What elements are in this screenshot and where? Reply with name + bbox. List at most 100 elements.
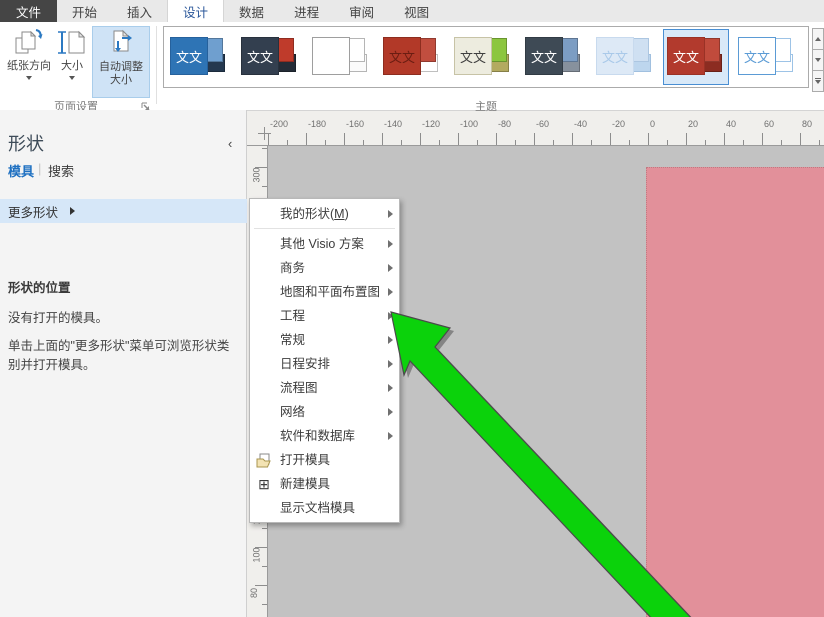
theme-thumbnail-2[interactable] — [309, 30, 373, 84]
theme-thumbnail-7[interactable]: 文文 — [664, 30, 728, 84]
ribbon-tab-label: 进程 — [294, 2, 319, 21]
ruler-tick — [262, 528, 267, 529]
ruler-tick — [306, 133, 307, 145]
panel-tab-separator: | — [38, 161, 41, 176]
ruler-tick — [743, 140, 744, 145]
ribbon-tab-label: 插入 — [127, 2, 152, 21]
ruler-tick — [724, 133, 725, 145]
menu-item-label: 新建模具 — [280, 477, 330, 491]
paper-orientation-label: 纸张方向 — [7, 60, 51, 73]
menu-item-10[interactable]: 打开模具 — [250, 448, 399, 472]
theme-thumbnail-5[interactable]: 文文 — [522, 30, 586, 84]
gallery-more-button[interactable] — [812, 70, 824, 92]
ribbon-tab-4[interactable]: 进程 — [279, 0, 334, 22]
ruler-label: 40 — [726, 119, 736, 129]
theme-thumbnail-1[interactable]: 文文 — [238, 30, 302, 84]
ribbon-tab-6[interactable]: 视图 — [389, 0, 444, 22]
autofit-size-button[interactable]: 自动调整大小 — [92, 26, 150, 98]
ruler-tick — [262, 604, 267, 605]
menu-item-12[interactable]: 显示文档模具 — [250, 496, 399, 520]
ruler-tick — [705, 140, 706, 145]
menu-item-4[interactable]: 工程 — [250, 304, 399, 328]
gallery-scroll-up-button[interactable] — [812, 28, 824, 50]
menu-item-1[interactable]: 其他 Visio 方案 — [250, 232, 399, 256]
ribbon-tab-2[interactable]: 设计 — [167, 0, 224, 23]
triangle-up-icon — [815, 37, 821, 41]
menu-item-7[interactable]: 流程图 — [250, 376, 399, 400]
ruler-tick — [255, 585, 267, 586]
menu-item-3[interactable]: 地图和平面布置图 — [250, 280, 399, 304]
ruler-label: 80 — [249, 588, 259, 598]
menu-item-label: 日程安排 — [280, 357, 330, 371]
theme-thumbnail-4[interactable]: 文文 — [451, 30, 515, 84]
drawing-page[interactable] — [646, 167, 824, 617]
ruler-tick — [262, 186, 267, 187]
tab-search[interactable]: 搜索 — [48, 161, 74, 180]
triangle-down-icon — [815, 58, 821, 62]
autofit-size-label: 自动调整大小 — [96, 61, 146, 87]
tab-stencils[interactable]: 模具 — [8, 161, 34, 180]
ruler-tick — [629, 140, 630, 145]
ribbon-tab-5[interactable]: 审阅 — [334, 0, 389, 22]
theme-thumbnail-6[interactable]: 文文 — [593, 30, 657, 84]
more-shapes-label: 更多形状 — [8, 202, 58, 221]
ruler-tick — [610, 133, 611, 145]
more-shapes-item[interactable]: 更多形状 — [0, 199, 247, 223]
theme-preview-square: 文文 — [383, 37, 421, 75]
new-stencil-icon: ⊞ — [256, 476, 272, 492]
paper-orientation-icon — [13, 26, 45, 60]
theme-preview-square: 文文 — [454, 37, 492, 75]
ruler-label: -20 — [612, 119, 625, 129]
ruler-label: -180 — [308, 119, 326, 129]
menu-item-5[interactable]: 常规 — [250, 328, 399, 352]
theme-preview-square: 文文 — [170, 37, 208, 75]
ruler-tick — [534, 133, 535, 145]
no-stencils-text: 没有打开的模具。 — [8, 307, 108, 326]
paper-orientation-button[interactable]: 纸张方向 — [6, 26, 52, 98]
ruler-label: 20 — [688, 119, 698, 129]
ribbon-tab-bar: 文件 开始插入设计数据进程审阅视图 — [0, 0, 824, 23]
gallery-expand-icon — [815, 78, 821, 84]
menu-item-label: ) — [345, 207, 349, 221]
ruler-tick — [496, 133, 497, 145]
file-tab-label: 文件 — [16, 2, 41, 21]
menu-item-0[interactable]: 我的形状(M) — [250, 202, 399, 226]
gallery-scroll-down-button[interactable] — [812, 49, 824, 71]
theme-sample-text: 文文 — [460, 47, 486, 66]
menu-item-label: 其他 Visio 方案 — [280, 237, 364, 251]
menu-item-6[interactable]: 日程安排 — [250, 352, 399, 376]
ribbon: 纸张方向 大小 — [0, 22, 824, 111]
shapes-panel: 形状 ‹ 模具 | 搜索 更多形状 形状的位置 没有打开的模具。 单击上面的"更… — [0, 110, 247, 617]
submenu-arrow-icon — [388, 360, 393, 368]
theme-preview-square: 文文 — [241, 37, 279, 75]
size-button[interactable]: 大小 — [55, 26, 89, 98]
ribbon-tab-0[interactable]: 开始 — [57, 0, 112, 22]
autofit-icon — [105, 27, 137, 61]
theme-thumbnail-3[interactable]: 文文 — [380, 30, 444, 84]
ruler-tick — [262, 148, 267, 149]
collapse-panel-icon[interactable]: ‹ — [228, 136, 232, 151]
file-tab[interactable]: 文件 — [0, 0, 57, 22]
ribbon-tab-1[interactable]: 插入 — [112, 0, 167, 22]
ribbon-tab-3[interactable]: 数据 — [224, 0, 279, 22]
theme-thumbnail-8[interactable]: 文文 — [735, 30, 799, 84]
ruler-label: -40 — [574, 119, 587, 129]
menu-item-11[interactable]: ⊞ 新建模具 — [250, 472, 399, 496]
page-size-icon — [56, 26, 88, 60]
menu-item-label: 我的形状( — [280, 207, 334, 221]
theme-thumbnail-0[interactable]: 文文 — [167, 30, 231, 84]
menu-item-label: 显示文档模具 — [280, 501, 355, 515]
menu-item-label: 流程图 — [280, 381, 318, 395]
ruler-label: 100 — [252, 547, 262, 562]
ruler-tick — [344, 133, 345, 145]
ruler-tick — [477, 140, 478, 145]
theme-sample-text: 文文 — [531, 47, 557, 66]
size-label: 大小 — [61, 60, 83, 73]
ruler-tick — [762, 133, 763, 145]
menu-item-2[interactable]: 商务 — [250, 256, 399, 280]
horizontal-ruler: -200-180-160-140-120-100-80-60-40-200204… — [247, 110, 824, 146]
more-shapes-hint-text: 单击上面的"更多形状"菜单可浏览形状类别并打开模具。 — [8, 337, 240, 375]
ruler-label: 0 — [650, 119, 655, 129]
menu-item-8[interactable]: 网络 — [250, 400, 399, 424]
menu-item-9[interactable]: 软件和数据库 — [250, 424, 399, 448]
